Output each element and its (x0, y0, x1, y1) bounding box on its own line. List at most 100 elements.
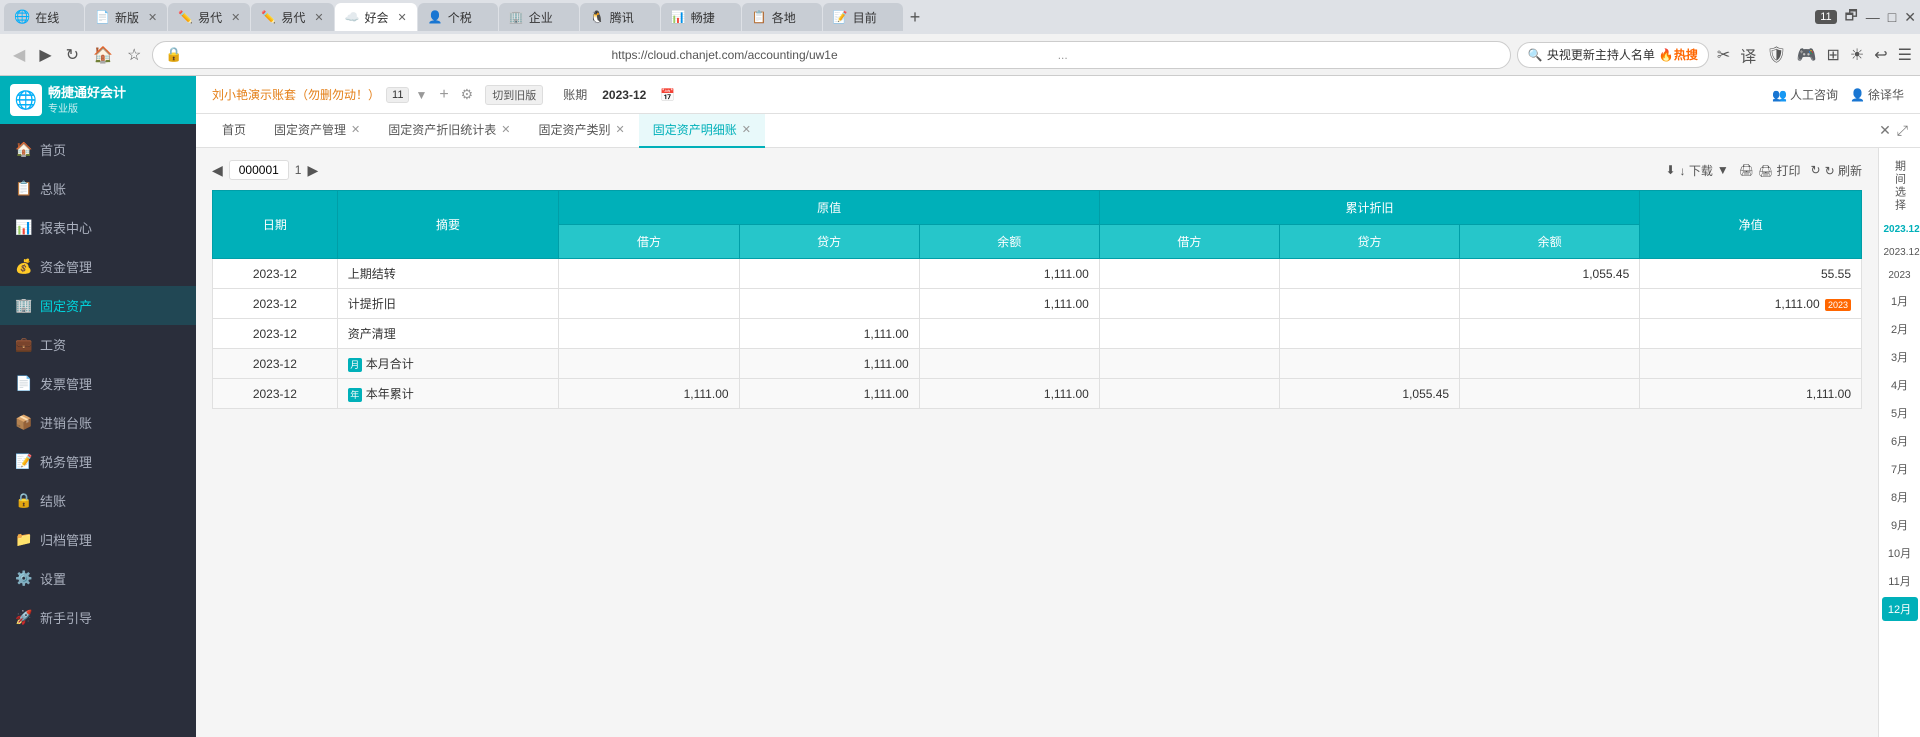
refresh-button[interactable]: ↻ ↻ 刷新 (1811, 162, 1862, 179)
sidebar-item-archive-label: 归档管理 (40, 530, 92, 549)
sidebar-item-invoice[interactable]: 📄 发票管理 (0, 364, 196, 403)
invoice-icon: 📄 (16, 376, 32, 392)
grid-icon[interactable]: ⊞ (1827, 45, 1840, 65)
prev-page-button[interactable]: ◀ (212, 162, 223, 179)
tab-zaixian[interactable]: 🌐 在线 (4, 3, 84, 31)
tab-qiye[interactable]: 🏢 企业 (499, 3, 579, 31)
close-window-icon[interactable]: ✕ (1904, 9, 1916, 26)
help-icon: 👥 (1772, 88, 1787, 102)
next-page-button[interactable]: ▶ (307, 162, 318, 179)
tab-asset-category[interactable]: 固定资产类别 ✕ (524, 114, 638, 148)
row1-orig-balance: 1,111.00 (919, 259, 1099, 289)
account-selector[interactable]: 刘小艳演示账套（勿删勿动！） 11 ▼ (212, 86, 427, 103)
calendar-icon[interactable]: 📅 (660, 88, 675, 102)
period-item-2023-12-1[interactable]: 2023.12 (1882, 220, 1918, 239)
sidebar-item-home[interactable]: 🏠 首页 (0, 130, 196, 169)
sidebar-item-settings[interactable]: ⚙️ 设置 (0, 559, 196, 598)
sidebar-item-tax[interactable]: 📝 税务管理 (0, 442, 196, 481)
add-account-button[interactable]: + (439, 86, 448, 104)
row5-orig-balance: 1,111.00 (919, 379, 1099, 409)
sidebar-item-ledger[interactable]: 📋 总账 (0, 169, 196, 208)
sidebar-item-reports[interactable]: 📊 报表中心 (0, 208, 196, 247)
period-item-feb[interactable]: 2月 (1882, 317, 1918, 341)
tab-geshui[interactable]: 👤 个税 (418, 3, 498, 31)
switch-to-old-button[interactable]: 切到旧版 (485, 85, 543, 105)
tab-close-fixed-asset-mgmt[interactable]: ✕ (351, 123, 360, 136)
period-item-nov[interactable]: 11月 (1882, 569, 1918, 593)
reload-button[interactable]: ↻ (61, 43, 84, 67)
sidebar-item-guide[interactable]: 🚀 新手引导 (0, 598, 196, 637)
print-button[interactable]: 🖨 🖨 打印 (1739, 162, 1801, 179)
search-box[interactable]: 🔍 央视更新主持人名单 🔥热搜 (1517, 42, 1709, 68)
sidebar-item-closing[interactable]: 🔒 结账 (0, 481, 196, 520)
settings-small-icon[interactable]: ⚙ (461, 86, 474, 103)
tab-count-badge: 11 (1815, 10, 1836, 24)
tab-fixed-asset-mgmt[interactable]: 固定资产管理 ✕ (260, 114, 374, 148)
sidebar-item-funds[interactable]: 💰 资金管理 (0, 247, 196, 286)
maximize-window-icon[interactable]: □ (1888, 9, 1896, 25)
page-input[interactable] (229, 160, 289, 180)
tab-changjie[interactable]: 📊 畅捷 (661, 3, 741, 31)
tab-haohui[interactable]: ☁️ 好会 ✕ (335, 3, 417, 31)
tab-muqian[interactable]: 📝 目前 (823, 3, 903, 31)
download-icon: ⬇ (1665, 163, 1675, 177)
close-all-tabs-icon[interactable]: ✕ (1879, 122, 1891, 139)
period-item-apr[interactable]: 4月 (1882, 373, 1918, 397)
tab-close-asset-category[interactable]: ✕ (616, 123, 625, 136)
account-name: 刘小艳演示账套（勿删勿动！） (212, 86, 380, 103)
minimize-window-icon[interactable]: — (1866, 9, 1880, 25)
sidebar-item-fixed-assets[interactable]: 🏢 固定资产 (0, 286, 196, 325)
tab-yidai2[interactable]: ✏️ 易代 ✕ (251, 3, 333, 31)
row5-accum-credit: 1,055.45 (1279, 379, 1459, 409)
period-item-jun[interactable]: 6月 (1882, 429, 1918, 453)
period-item-year[interactable]: 2023 (1882, 266, 1918, 285)
tab-depreciation-stats[interactable]: 固定资产折旧统计表 ✕ (374, 114, 524, 148)
tab-tengxun[interactable]: 🐧 腾讯 (580, 3, 660, 31)
account-dropdown-icon[interactable]: ▼ (415, 88, 427, 102)
tab-close-yidai1[interactable]: ✕ (231, 11, 240, 24)
back-button[interactable]: ◀ (8, 43, 30, 67)
sidebar-item-archive[interactable]: 📁 归档管理 (0, 520, 196, 559)
sun-icon[interactable]: ☀ (1850, 45, 1864, 65)
address-bar[interactable]: 🔒 https://cloud.chanjet.com/accounting/u… (152, 41, 1511, 69)
tab-home[interactable]: 首页 (208, 114, 260, 148)
user-profile-button[interactable]: 👤 徐译华 (1850, 86, 1904, 103)
sidebar-item-payroll[interactable]: 💼 工资 (0, 325, 196, 364)
period-item-jul[interactable]: 7月 (1882, 457, 1918, 481)
period-item-may[interactable]: 5月 (1882, 401, 1918, 425)
translate-icon[interactable]: 译 (1740, 43, 1756, 67)
tab-close-haohui[interactable]: ✕ (398, 11, 407, 24)
period-item-aug[interactable]: 8月 (1882, 485, 1918, 509)
expand-tab-icon[interactable]: ⤢ (1897, 122, 1908, 139)
tab-close-yidai2[interactable]: ✕ (314, 11, 323, 24)
home-button[interactable]: 🏠 (88, 43, 118, 67)
tab-bar: 🌐 在线 📄 新版 ✕ ✏️ 易代 ✕ ✏️ 易代 ✕ ☁️ 好会 ✕ 👤 个税 (0, 0, 1920, 34)
tab-yidai1[interactable]: ✏️ 易代 ✕ (168, 3, 250, 31)
menu-icon[interactable]: ☰ (1898, 45, 1912, 65)
shield-icon[interactable]: 🛡 (1766, 45, 1786, 65)
new-tab-button[interactable]: + (904, 7, 927, 28)
help-button[interactable]: 👥 人工咨询 (1772, 86, 1838, 103)
scissors-icon[interactable]: ✂ (1717, 45, 1730, 65)
period-item-mar[interactable]: 3月 (1882, 345, 1918, 369)
undo-icon[interactable]: ↩ (1874, 45, 1887, 65)
tab-close-xinban[interactable]: ✕ (148, 11, 157, 24)
period-item-jan[interactable]: 1月 (1882, 289, 1918, 313)
tab-asset-detail[interactable]: 固定资产明细账 ✕ (639, 114, 765, 148)
tab-gedi[interactable]: 📋 各地 (742, 3, 822, 31)
restore-icon[interactable]: 🗗 (1845, 5, 1858, 29)
period-item-sep[interactable]: 9月 (1882, 513, 1918, 537)
tab-close-depreciation-stats[interactable]: ✕ (501, 123, 510, 136)
download-dropdown-icon[interactable]: ▼ (1717, 163, 1729, 177)
tab-xinban[interactable]: 📄 新版 ✕ (85, 3, 167, 31)
sidebar-item-purchase-sales[interactable]: 📦 进销台账 (0, 403, 196, 442)
period-item-oct[interactable]: 10月 (1882, 541, 1918, 565)
forward-button[interactable]: ▶ (34, 43, 56, 67)
bookmark-button[interactable]: ☆ (122, 43, 146, 67)
game-icon[interactable]: 🎮 (1797, 45, 1817, 65)
tab-close-asset-detail[interactable]: ✕ (742, 123, 751, 136)
period-item-dec[interactable]: 12月 (1882, 597, 1918, 621)
address-text: https://cloud.chanjet.com/accounting/uw1… (612, 48, 1052, 62)
download-button[interactable]: ⬇ ↓ 下载 ▼ (1665, 162, 1728, 179)
period-item-2023-12-2[interactable]: 2023.12 (1882, 243, 1918, 262)
